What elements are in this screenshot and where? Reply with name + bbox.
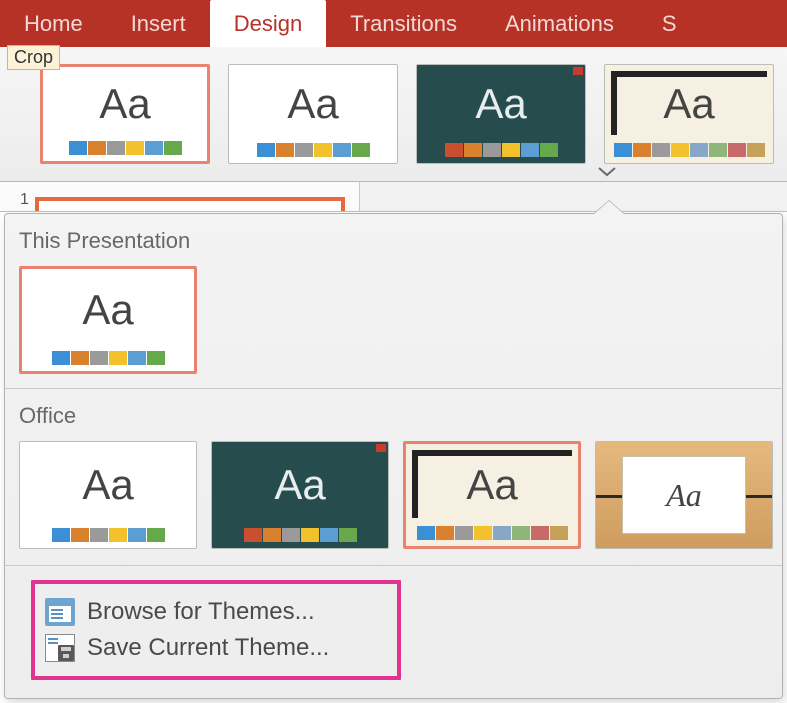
theme-thumb-office-frame[interactable]: Aa: [403, 441, 581, 549]
ribbon-tabs: Home Insert Design Transitions Animation…: [0, 0, 787, 47]
theme-palette: [69, 141, 182, 155]
theme-palette: [52, 351, 165, 365]
save-icon: [45, 634, 75, 662]
theme-sample-text: Aa: [99, 67, 150, 141]
theme-dropdown-panel: This Presentation Aa Office Aa Aa Aa: [4, 213, 783, 699]
browse-themes-button[interactable]: Browse for Themes...: [45, 594, 387, 630]
theme-sample-text: Aa: [274, 442, 325, 528]
office-themes-row: Aa Aa Aa Aa: [5, 433, 782, 563]
theme-thumb-office-wood[interactable]: Aa: [595, 441, 773, 549]
theme-sample-text: Aa: [663, 65, 714, 143]
theme-sample-text: Aa: [475, 65, 526, 143]
tab-transitions[interactable]: Transitions: [326, 0, 481, 47]
slide-thumbnail[interactable]: [35, 197, 345, 211]
theme-palette: [257, 143, 370, 157]
modified-indicator-icon: [573, 67, 583, 75]
theme-sample-text: Aa: [82, 269, 133, 351]
theme-palette: [417, 526, 568, 540]
tab-insert[interactable]: Insert: [107, 0, 210, 47]
theme-thumb-frame[interactable]: Aa: [604, 64, 774, 164]
theme-palette: [445, 143, 558, 157]
crop-tooltip: Crop: [7, 45, 60, 70]
theme-thumb-office-dark[interactable]: Aa: [211, 441, 389, 549]
section-office: Office: [5, 389, 782, 433]
browse-themes-label: Browse for Themes...: [87, 598, 315, 626]
modified-indicator-icon: [376, 444, 386, 452]
theme-thumb-current[interactable]: Aa: [19, 266, 197, 374]
theme-palette: [52, 528, 165, 542]
theme-gallery-strip: Aa Aa Aa Aa: [0, 47, 787, 182]
save-theme-label: Save Current Theme...: [87, 634, 329, 662]
theme-palette: [244, 528, 357, 542]
this-presentation-row: Aa: [5, 258, 782, 389]
theme-thumb-2[interactable]: Aa: [228, 64, 398, 164]
theme-paper: Aa: [622, 456, 746, 534]
theme-thumb-office-1[interactable]: Aa: [19, 441, 197, 549]
theme-actions-highlight: Browse for Themes... Save Current Theme.…: [31, 580, 401, 680]
slide-thumbnail-area: 1: [0, 182, 360, 211]
tab-home[interactable]: Home: [0, 0, 107, 47]
theme-thumb-dark[interactable]: Aa: [416, 64, 586, 164]
tab-design[interactable]: Design: [210, 0, 326, 47]
dropdown-pointer-icon: [593, 201, 625, 215]
theme-thumb-office-default[interactable]: Aa: [40, 64, 210, 164]
theme-palette: [614, 143, 765, 157]
tab-animations[interactable]: Animations: [481, 0, 638, 47]
tab-truncated[interactable]: S: [638, 0, 683, 47]
theme-sample-text: Aa: [466, 444, 517, 526]
save-theme-button[interactable]: Save Current Theme...: [45, 630, 387, 666]
theme-sample-text: Aa: [666, 477, 702, 514]
slide-panel: 1: [0, 182, 787, 212]
slide-number: 1: [20, 191, 29, 211]
chevron-down-icon[interactable]: [597, 165, 617, 177]
folder-icon: [45, 598, 75, 626]
theme-sample-text: Aa: [287, 65, 338, 143]
theme-sample-text: Aa: [82, 442, 133, 528]
section-this-presentation: This Presentation: [5, 214, 782, 258]
